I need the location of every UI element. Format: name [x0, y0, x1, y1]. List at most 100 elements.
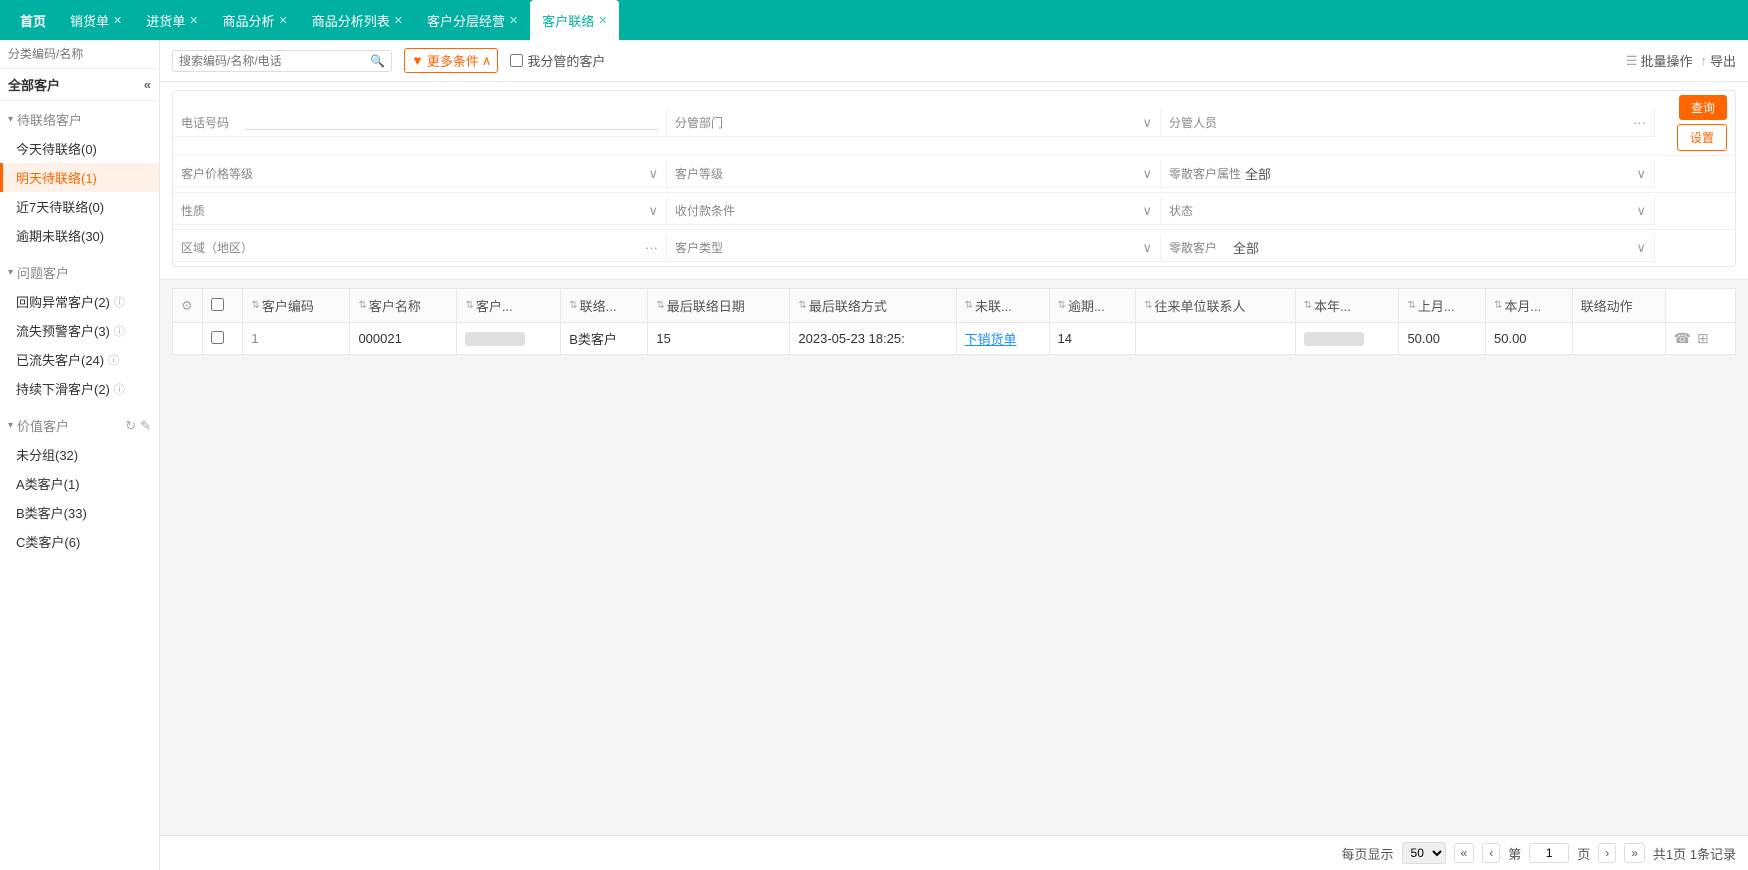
th-overdue[interactable]: 逾期...: [1049, 289, 1136, 323]
caret-customer-type: ∨: [1142, 240, 1152, 256]
sidebar-item-ungrouped[interactable]: 未分组(32): [0, 440, 159, 469]
sidebar-section-problem-title[interactable]: 问题客户: [0, 258, 159, 287]
batch-action-btn[interactable]: ☰ 批量操作: [1626, 51, 1693, 70]
filter-label-region: 区域（地区）: [181, 239, 253, 256]
filter-select-payment[interactable]: ∨: [739, 203, 1152, 219]
more-action-icon[interactable]: ⊞: [1697, 330, 1709, 347]
sidebar-item-c-class[interactable]: C类客户(6): [0, 527, 159, 556]
th-uncontact[interactable]: 未联...: [956, 289, 1049, 323]
next-page-btn[interactable]: ›: [1598, 843, 1616, 863]
reset-btn[interactable]: 设置: [1677, 124, 1727, 151]
th-this-month[interactable]: 本月...: [1486, 289, 1573, 323]
first-page-btn[interactable]: «: [1454, 843, 1475, 863]
filter-cell-retail: 零散客户 全部 ∨: [1161, 234, 1655, 262]
th-settings: ⚙: [173, 289, 203, 323]
nav-purchase[interactable]: 进货单 ✕: [134, 0, 210, 40]
sidebar-section-value-title[interactable]: 价值客户 ↻ ✎: [0, 411, 159, 440]
select-all-checkbox[interactable]: [211, 298, 224, 311]
td-settings: [173, 323, 203, 355]
nav-sales[interactable]: 销货单 ✕: [58, 0, 134, 40]
sidebar-collapse-icon[interactable]: «: [144, 77, 151, 92]
th-contact-person[interactable]: 往来单位联系人: [1136, 289, 1296, 323]
filter-select-retail-attr[interactable]: 全部 ∨: [1245, 164, 1646, 183]
filter-select-retail[interactable]: 全部 ∨: [1233, 238, 1646, 257]
search-icon[interactable]: 🔍: [370, 54, 385, 68]
filter-label-manager: 分管人员: [1169, 114, 1229, 131]
filter-select-dept[interactable]: ∨: [739, 115, 1152, 131]
data-table: ⚙ 客户编码 客户名称 客户...: [172, 288, 1736, 355]
th-year-amount[interactable]: 本年...: [1295, 289, 1399, 323]
filter-select-customer-level[interactable]: ∨: [739, 166, 1152, 182]
my-customers-checkbox-label[interactable]: 我分管的客户: [510, 51, 605, 70]
th-last-month[interactable]: 上月...: [1399, 289, 1486, 323]
contact-action-icon[interactable]: ☎: [1674, 330, 1691, 347]
th-last-date[interactable]: 最后联络日期: [648, 289, 790, 323]
query-btn[interactable]: 查询: [1679, 95, 1727, 120]
sidebar-item-b-class[interactable]: B类客户(33): [0, 498, 159, 527]
more-filter-btn[interactable]: ▼ 更多条件 ∧: [404, 48, 498, 73]
row-checkbox[interactable]: [211, 331, 224, 344]
filter-select-nature[interactable]: ∨: [245, 203, 658, 219]
edit-icon[interactable]: ✎: [140, 418, 151, 434]
sidebar-item-churn-warning[interactable]: 流失预警客户(3) ⓘ: [0, 316, 159, 345]
filter-label-retail: 零散客户: [1169, 239, 1229, 256]
filter-dots-manager[interactable]: ···: [1633, 115, 1646, 130]
filter-row-1: 电话号码 分管部门 ∨ 分管人员 ···: [173, 91, 1735, 156]
nav-close-purchase[interactable]: ✕: [189, 14, 198, 27]
filter-label-phone: 电话号码: [181, 114, 241, 131]
nav-customer-contact[interactable]: 客户联络 ✕: [530, 0, 619, 40]
filter-cell-dept: 分管部门 ∨: [667, 109, 1161, 137]
customer-name-masked: [465, 332, 525, 346]
sidebar-item-tomorrow[interactable]: 明天待联络(1): [0, 163, 159, 192]
settings-icon[interactable]: ⚙: [181, 298, 193, 313]
refresh-icon[interactable]: ↻: [125, 418, 136, 434]
page-input[interactable]: [1529, 843, 1569, 863]
search-input[interactable]: [179, 54, 370, 68]
filter-row-4: 区域（地区） ··· 客户类型 ∨ 零散客户 全部: [173, 230, 1735, 266]
th-action: 联络动作: [1572, 289, 1665, 323]
sidebar-all-customers[interactable]: 全部客户 «: [0, 69, 159, 101]
nav-home[interactable]: 首页: [8, 0, 58, 40]
th-last-method[interactable]: 最后联络方式: [790, 289, 956, 323]
sidebar-item-7days[interactable]: 近7天待联络(0): [0, 192, 159, 221]
sidebar-search-input[interactable]: [8, 47, 160, 61]
nav-close-product-analysis[interactable]: ✕: [279, 14, 288, 27]
last-page-btn[interactable]: »: [1624, 843, 1645, 863]
th-type[interactable]: 客户...: [457, 289, 561, 323]
filter-select-price-level[interactable]: ∨: [257, 166, 658, 182]
filter-cell-customer-level: 客户等级 ∨: [667, 160, 1161, 188]
nav-close-customer-contact[interactable]: ✕: [598, 14, 607, 27]
filter-panel: 电话号码 分管部门 ∨ 分管人员 ···: [160, 82, 1748, 280]
per-page-select[interactable]: 50: [1402, 842, 1446, 864]
sidebar-item-today[interactable]: 今天待联络(0): [0, 134, 159, 163]
my-customers-checkbox[interactable]: [510, 54, 523, 67]
sidebar-item-declining[interactable]: 持续下滑客户(2) ⓘ: [0, 374, 159, 403]
sidebar-item-repurchase-abnormal[interactable]: 回购异常客户(2) ⓘ: [0, 287, 159, 316]
th-code[interactable]: 客户编码: [243, 289, 350, 323]
filter-label-payment: 收付款条件: [675, 202, 735, 219]
caret-payment: ∨: [1142, 203, 1152, 219]
nav-close-sales[interactable]: ✕: [113, 14, 122, 27]
filter-dots-region[interactable]: ···: [645, 240, 658, 255]
sidebar-item-overdue[interactable]: 逾期未联络(30): [0, 221, 159, 250]
th-contact-count[interactable]: 联络...: [561, 289, 648, 323]
sidebar-item-a-class[interactable]: A类客户(1): [0, 469, 159, 498]
sidebar-section-pending-title[interactable]: 待联络客户: [0, 105, 159, 134]
caret-dept: ∨: [1142, 115, 1152, 131]
filter-select-status[interactable]: ∨: [1233, 203, 1646, 219]
info-icon-1: ⓘ: [114, 294, 125, 310]
caret-retail-attr: ∨: [1636, 166, 1646, 182]
prev-page-btn[interactable]: ‹: [1482, 843, 1500, 863]
filter-input-phone[interactable]: [245, 115, 658, 130]
filter-select-customer-type[interactable]: ∨: [739, 240, 1152, 256]
th-name[interactable]: 客户名称: [350, 289, 457, 323]
nav-close-product-list[interactable]: ✕: [394, 14, 403, 27]
nav-close-customer-tier[interactable]: ✕: [509, 14, 518, 27]
sidebar-item-churned[interactable]: 已流失客户(24) ⓘ: [0, 345, 159, 374]
filter-label-dept: 分管部门: [675, 114, 735, 131]
filter-cell-customer-type: 客户类型 ∨: [667, 234, 1161, 262]
nav-product-list[interactable]: 商品分析列表 ✕: [300, 0, 415, 40]
nav-product-analysis[interactable]: 商品分析 ✕: [210, 0, 299, 40]
nav-customer-tier[interactable]: 客户分层经营 ✕: [415, 0, 530, 40]
export-btn[interactable]: ↑ 导出: [1700, 51, 1736, 70]
